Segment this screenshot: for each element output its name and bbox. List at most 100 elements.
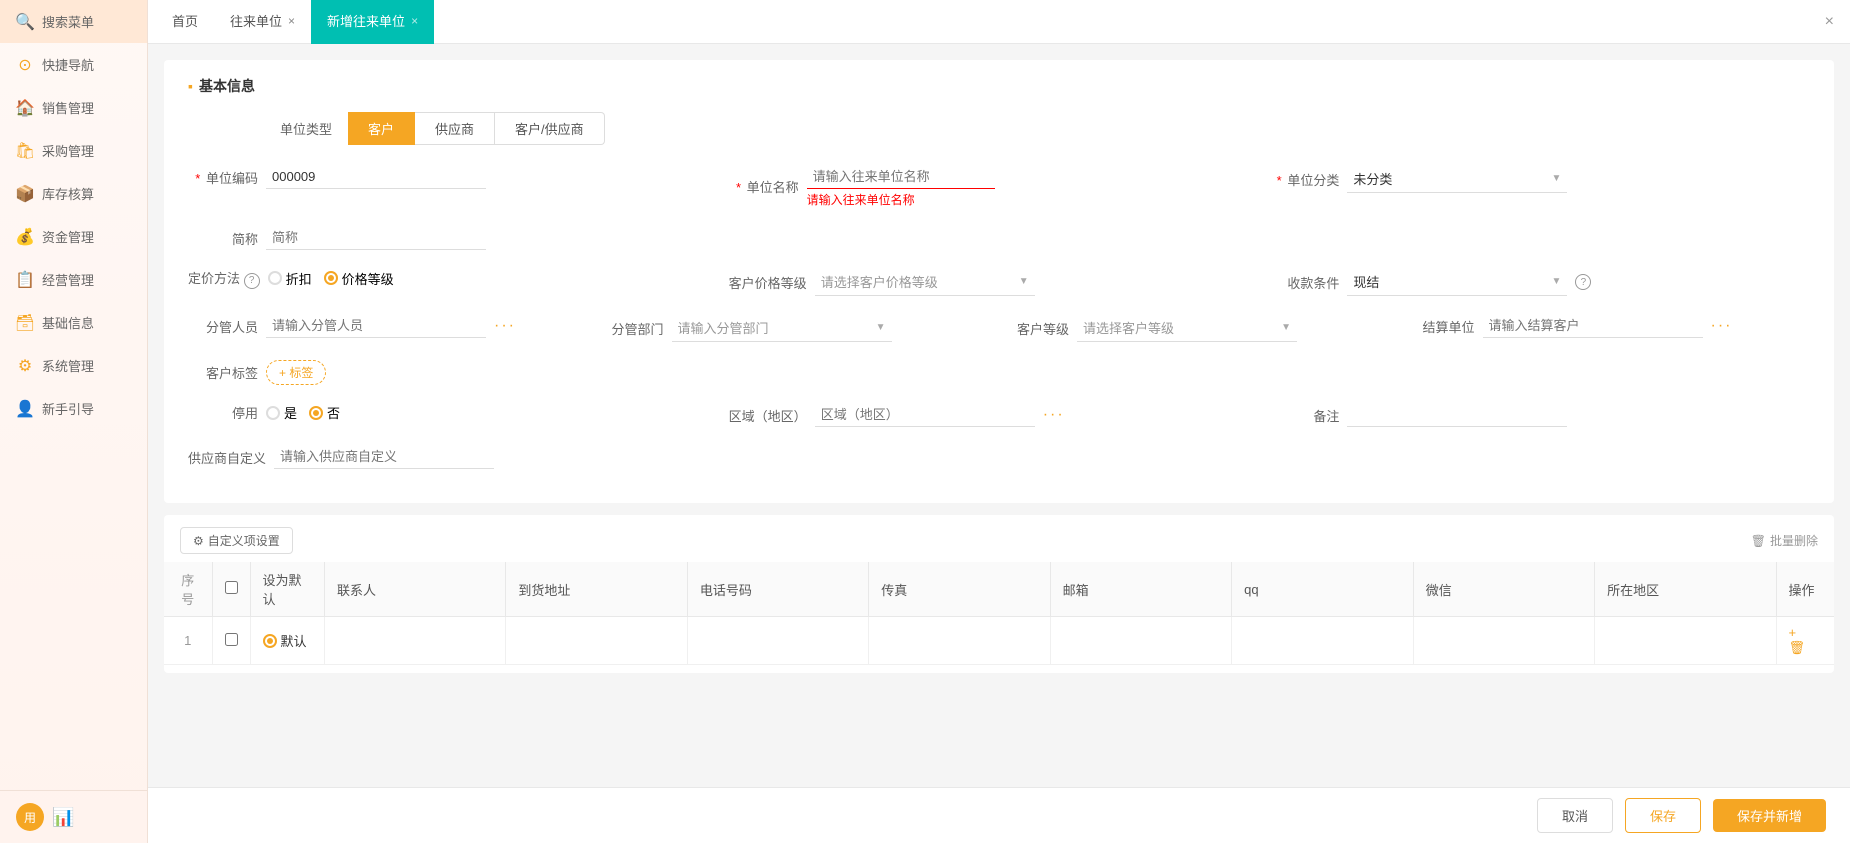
row-wechat-input[interactable] bbox=[1426, 633, 1582, 648]
region-dots-btn[interactable]: ··· bbox=[1043, 406, 1065, 424]
sidebar-item-inventory[interactable]: 📦 库存核算 bbox=[0, 172, 147, 215]
sidebar-item-finance[interactable]: 💰 资金管理 bbox=[0, 215, 147, 258]
tab-bar: 首页 往来单位 × 新增往来单位 × × bbox=[148, 0, 1850, 44]
contacts-table: 序号 设为默认 联系人 到货地址 电话号码 传真 邮箱 qq 微信 所在地区 bbox=[164, 562, 1834, 665]
save-button[interactable]: 保存 bbox=[1625, 798, 1701, 833]
pricing-radio-discount[interactable]: 折扣 bbox=[268, 269, 312, 288]
unit-name-input[interactable] bbox=[807, 165, 995, 189]
row-fax-input[interactable] bbox=[881, 633, 1037, 648]
customer-level-select[interactable]: 请选择客户等级 ▼ bbox=[1077, 314, 1297, 342]
form-group-price-level: 客户价格等级 请选择客户价格等级 ▼ bbox=[729, 268, 1270, 296]
payment-help-icon[interactable]: ? bbox=[1575, 274, 1591, 290]
sidebar-item-purchase[interactable]: 🛍 采购管理 bbox=[0, 129, 147, 172]
row-qq-input[interactable] bbox=[1244, 633, 1401, 648]
row-phone-input[interactable] bbox=[700, 633, 856, 648]
disabled-radio-no[interactable]: 否 bbox=[309, 403, 340, 422]
purchase-icon: 🛍 bbox=[16, 142, 34, 160]
col-phone: 电话号码 bbox=[687, 562, 868, 617]
payment-terms-select[interactable]: 现结 ▼ bbox=[1347, 268, 1567, 296]
col-qq: qq bbox=[1232, 562, 1414, 617]
form-group-payment: 收款条件 现结 ▼ ? bbox=[1269, 268, 1810, 296]
custom-setting-button[interactable]: ⚙ 自定义项设置 bbox=[180, 527, 293, 554]
unit-code-input[interactable] bbox=[266, 165, 486, 189]
pricing-radio-level[interactable]: 价格等级 bbox=[324, 269, 394, 288]
unit-category-select[interactable]: 未分类 ▼ bbox=[1347, 165, 1567, 193]
form-row-7: 供应商自定义 bbox=[188, 445, 1810, 469]
tab-new-unit-close[interactable]: × bbox=[411, 14, 418, 28]
sidebar-item-operations[interactable]: 📋 经营管理 bbox=[0, 258, 147, 301]
row-region bbox=[1595, 617, 1776, 665]
bottom-bar: 取消 保存 保存并新增 bbox=[148, 787, 1850, 843]
avatar: 用 bbox=[16, 803, 44, 831]
row-email-input[interactable] bbox=[1063, 633, 1219, 648]
row-action: + 🗑 bbox=[1776, 617, 1834, 665]
basic-icon: 🗃 bbox=[16, 314, 34, 332]
row-region-input[interactable] bbox=[1607, 633, 1763, 648]
table-select-all[interactable] bbox=[225, 581, 238, 594]
col-region: 所在地区 bbox=[1595, 562, 1776, 617]
tab-close-global[interactable]: × bbox=[1817, 13, 1842, 31]
row-add-btn[interactable]: + bbox=[1789, 625, 1797, 640]
basic-info-card: ▪ 基本信息 单位类型 客户 供应商 客户/供应商 * 单位编码 bbox=[164, 60, 1834, 503]
section-title-icon: ▪ bbox=[188, 78, 193, 94]
tab-units-close[interactable]: × bbox=[288, 14, 295, 28]
form-row-5: 客户标签 + 标签 bbox=[188, 360, 1810, 385]
row-address-input[interactable] bbox=[518, 633, 674, 648]
settlement-dots-btn[interactable]: ··· bbox=[1711, 317, 1733, 335]
row-contact-input[interactable] bbox=[337, 633, 493, 648]
settlement-input[interactable] bbox=[1483, 314, 1703, 338]
form-group-department: 分管部门 请输入分管部门 ▼ bbox=[594, 314, 1000, 342]
sidebar-item-search[interactable]: 🔍 搜索菜单 bbox=[0, 0, 147, 43]
sidebar-item-shortcut[interactable]: ⊙ 快捷导航 bbox=[0, 43, 147, 86]
form-group-supplier-custom: 供应商自定义 bbox=[188, 445, 1810, 469]
cancel-button[interactable]: 取消 bbox=[1537, 798, 1613, 833]
table-toolbar: ⚙ 自定义项设置 🗑 批量删除 bbox=[164, 523, 1834, 562]
manager-input[interactable] bbox=[266, 314, 486, 338]
system-icon: ⚙ bbox=[16, 357, 34, 375]
form-group-region: 区域（地区） ··· bbox=[729, 403, 1270, 427]
col-default: 设为默认 bbox=[250, 562, 324, 617]
form-row-6: 停用 是 否 区域（地区） bbox=[188, 403, 1810, 427]
disabled-radio-group: 是 否 bbox=[266, 403, 340, 422]
row-address bbox=[506, 617, 687, 665]
department-select[interactable]: 请输入分管部门 ▼ bbox=[672, 314, 892, 342]
row-seq: 1 bbox=[164, 617, 212, 665]
region-input[interactable] bbox=[815, 403, 1035, 427]
shortcut-icon: ⊙ bbox=[16, 56, 34, 74]
chevron-down-icon: ▼ bbox=[1019, 276, 1029, 287]
row-email bbox=[1050, 617, 1231, 665]
row-delete-btn[interactable]: 🗑 bbox=[1789, 640, 1806, 655]
batch-delete-button[interactable]: 🗑 批量删除 bbox=[1751, 532, 1818, 549]
chevron-down-icon: ▼ bbox=[1551, 276, 1561, 287]
customer-price-level-select[interactable]: 请选择客户价格等级 ▼ bbox=[815, 268, 1035, 296]
add-tag-button[interactable]: + 标签 bbox=[266, 360, 326, 385]
pricing-help-icon[interactable]: ? bbox=[244, 273, 260, 289]
gear-icon: ⚙ bbox=[193, 534, 204, 548]
col-checkbox bbox=[212, 562, 250, 617]
row-select-checkbox[interactable] bbox=[225, 633, 238, 646]
row-default-radio[interactable]: 默认 bbox=[263, 631, 312, 650]
short-name-input[interactable] bbox=[266, 226, 486, 250]
save-new-button[interactable]: 保存并新增 bbox=[1713, 799, 1826, 832]
type-btn-both[interactable]: 客户/供应商 bbox=[495, 112, 605, 145]
sidebar-item-system[interactable]: ⚙ 系统管理 bbox=[0, 344, 147, 387]
tab-units[interactable]: 往来单位 × bbox=[214, 0, 311, 44]
tab-home[interactable]: 首页 bbox=[156, 0, 214, 44]
sidebar-item-sales[interactable]: 🏠 销售管理 bbox=[0, 86, 147, 129]
supplier-custom-input[interactable] bbox=[274, 445, 494, 469]
tab-new-unit[interactable]: 新增往来单位 × bbox=[311, 0, 434, 44]
remark-input[interactable] bbox=[1347, 403, 1567, 427]
sidebar: 🔍 搜索菜单 ⊙ 快捷导航 🏠 销售管理 🛍 采购管理 📦 库存核算 💰 资金管… bbox=[0, 0, 148, 843]
form-group-pricing: 定价方法 ? 折扣 价格等级 bbox=[188, 268, 729, 289]
sidebar-item-basic[interactable]: 🗃 基础信息 bbox=[0, 301, 147, 344]
type-btn-supplier[interactable]: 供应商 bbox=[415, 112, 495, 145]
type-btn-customer[interactable]: 客户 bbox=[348, 112, 415, 145]
sidebar-item-guide[interactable]: 👤 新手引导 bbox=[0, 387, 147, 430]
form-group-disabled: 停用 是 否 bbox=[188, 403, 729, 422]
search-icon: 🔍 bbox=[16, 13, 34, 31]
disabled-radio-yes[interactable]: 是 bbox=[266, 403, 297, 422]
sales-icon: 🏠 bbox=[16, 99, 34, 117]
inventory-icon: 📦 bbox=[16, 185, 34, 203]
guide-icon: 👤 bbox=[16, 400, 34, 418]
manager-dots-btn[interactable]: ··· bbox=[494, 317, 516, 335]
